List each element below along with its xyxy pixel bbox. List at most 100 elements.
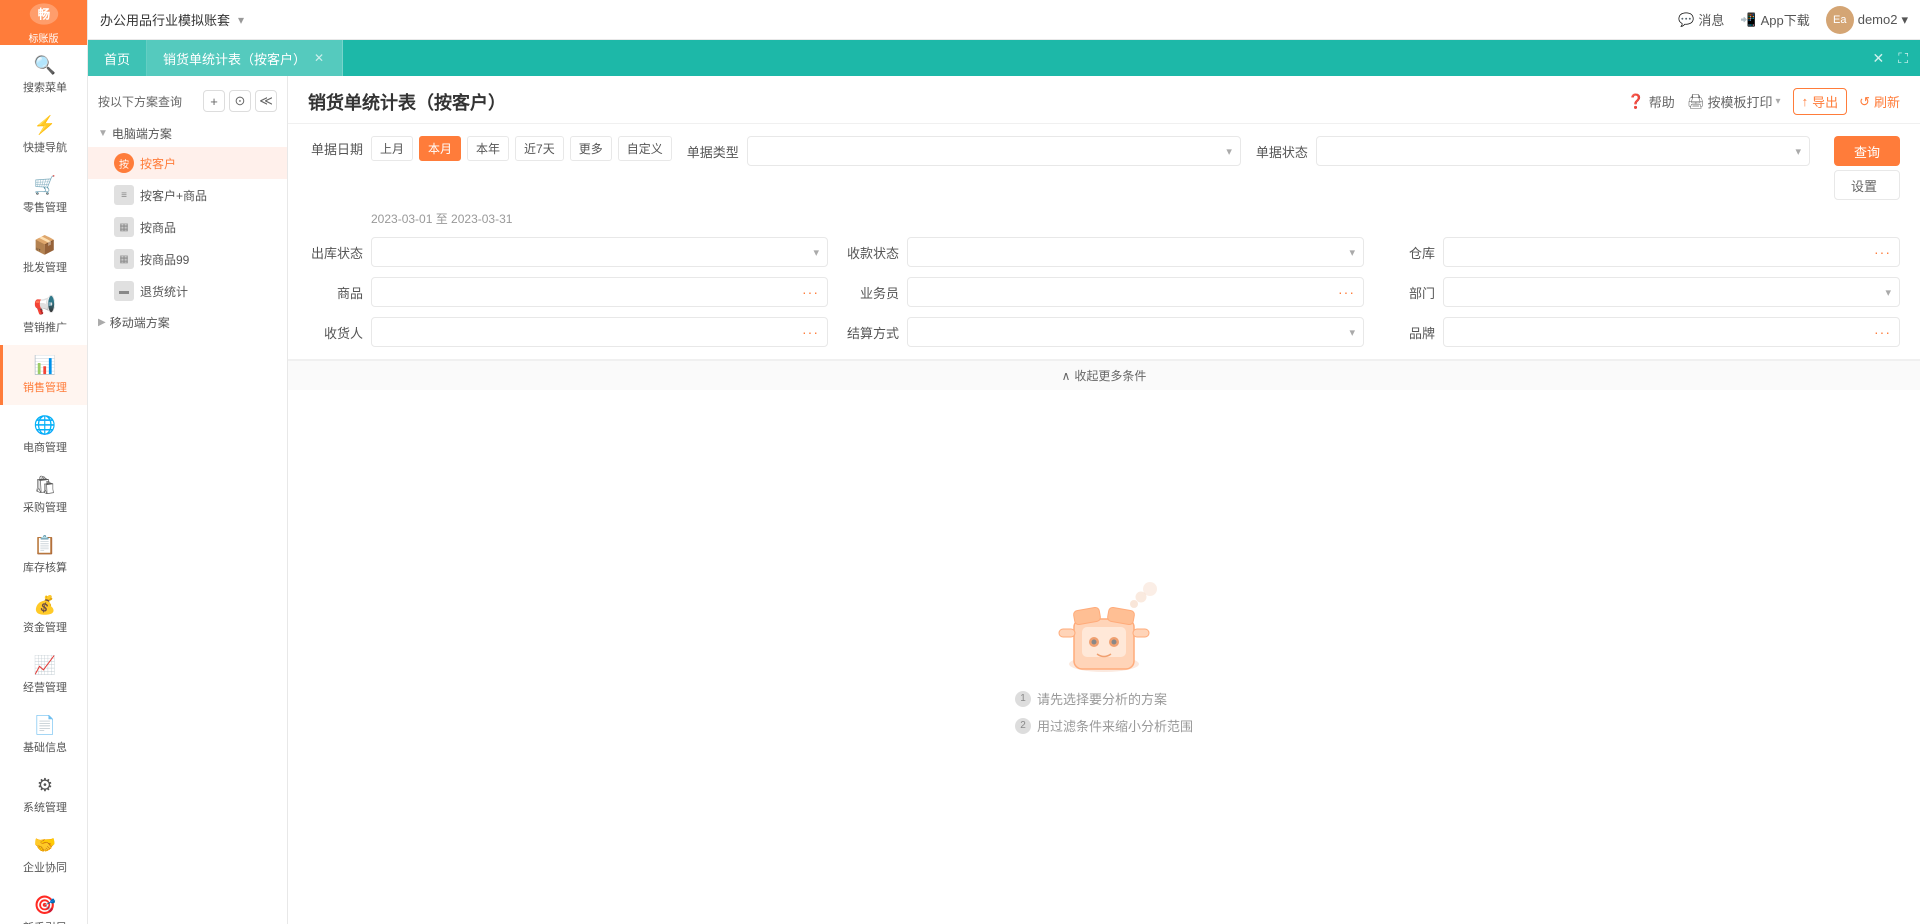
home-tab-label: 首页 [104, 49, 130, 68]
help-btn[interactable]: ❓ 帮助 [1627, 92, 1674, 111]
logo[interactable]: 畅 标账版 [0, 0, 88, 45]
tab-maximize-btn[interactable]: ⛶ [1894, 48, 1912, 69]
sidebar-item-sales-mgmt[interactable]: 📊 销售管理 [0, 345, 88, 405]
sales-icon: 📊 [34, 355, 56, 376]
app-download-btn[interactable]: 📲 App下载 [1740, 10, 1809, 29]
message-btn[interactable]: 💬 消息 [1678, 10, 1724, 29]
warehouse-select[interactable]: ··· [1443, 237, 1900, 267]
department-label: 部门 [1380, 283, 1435, 302]
app-download-label: App下载 [1761, 10, 1810, 29]
user-menu[interactable]: Ea demo2 ▾ [1826, 6, 1908, 34]
more-btn[interactable]: 更多 [570, 136, 612, 161]
custom-btn[interactable]: 自定义 [618, 136, 672, 161]
tree-item-by-customer-product[interactable]: ≡ 按客户+商品 [88, 179, 287, 211]
sidebar-item-wholesale[interactable]: 📦 批发管理 [0, 225, 88, 285]
salesman-cell: 业务员 ··· [844, 277, 1364, 307]
refresh-icon: ↺ [1859, 94, 1870, 110]
product-select[interactable]: ··· [371, 277, 828, 307]
sidebar-item-label: 库存核算 [23, 559, 67, 575]
doc-type-select[interactable]: ▾ [747, 136, 1241, 166]
query-btn-group: 查询 设置 [1834, 136, 1900, 200]
tab-home[interactable]: 首页 [88, 40, 147, 76]
tree-group-pc-header[interactable]: ▼ 电脑端方案 [88, 120, 287, 147]
tree-group-mobile-header[interactable]: ▶ 移动端方案 [88, 309, 287, 336]
tab-sales-stat[interactable]: 销货单统计表（按客户） ✕ [147, 40, 343, 76]
sidebar-item-label: 基础信息 [23, 739, 67, 755]
tab-close-btn[interactable]: ✕ [312, 51, 326, 65]
sidebar-item-enterprise[interactable]: 🤝 企业协同 [0, 825, 88, 885]
refresh-btn[interactable]: ↺ 刷新 [1859, 92, 1900, 111]
last-7-btn[interactable]: 近7天 [515, 136, 564, 161]
topbar: 办公用品行业模拟账套 ▾ 💬 消息 📲 App下载 Ea demo2 ▾ [88, 0, 1920, 40]
collapse-arrow: ∧ [1062, 369, 1071, 383]
retail-icon: 🛒 [34, 175, 56, 196]
purchase-icon: 🛍 [34, 475, 57, 496]
receiver-select[interactable]: ··· [371, 317, 828, 347]
basic-info-icon: 📄 [34, 715, 56, 736]
last-month-btn[interactable]: 上月 [371, 136, 413, 161]
sidebar-item-quick-nav[interactable]: ⚡ 快捷导航 [0, 105, 88, 165]
sidebar-item-purchase[interactable]: 🛍 采购管理 [0, 465, 88, 525]
tabbar: 首页 销货单统计表（按客户） ✕ ✕ ⛶ [88, 40, 1920, 76]
lp-collapse-btn[interactable]: ≪ [255, 90, 277, 112]
sidebar-item-label: 新手引导 [23, 919, 67, 924]
this-year-btn[interactable]: 本年 [467, 136, 509, 161]
tree-item-return-stat[interactable]: ▬ 退货统计 [88, 275, 287, 307]
right-panel: 销货单统计表（按客户） ❓ 帮助 🖨 按模板打印 ▾ ↑ 导出 [288, 76, 1920, 924]
export-label: 导出 [1812, 92, 1838, 111]
salesman-select[interactable]: ··· [907, 277, 1364, 307]
settings-button[interactable]: 设置 [1834, 170, 1900, 200]
tab-window-actions: ✕ ⛶ [1860, 40, 1920, 76]
sidebar-item-system[interactable]: ⚙ 系统管理 [0, 765, 88, 825]
query-button[interactable]: 查询 [1834, 136, 1900, 166]
lp-settings-btn[interactable]: ⊙ [229, 90, 251, 112]
out-status-cell: 出库状态 ▾ [308, 237, 828, 267]
receiver-cell: 收货人 ··· [308, 317, 828, 347]
collapse-bar[interactable]: ∧ 收起更多条件 [288, 360, 1920, 390]
lp-add-btn[interactable]: + [203, 90, 225, 112]
sidebar-item-finance[interactable]: 💰 资金管理 [0, 585, 88, 645]
doc-status-select[interactable]: ▾ [1316, 136, 1810, 166]
left-panel-title: 按以下方案查询 [98, 93, 182, 110]
department-select[interactable]: ▾ [1443, 277, 1900, 307]
sidebar-item-marketing[interactable]: 📢 营销推广 [0, 285, 88, 345]
sidebar-item-operations[interactable]: 📈 经营管理 [0, 645, 88, 705]
sidebar-item-label: 资金管理 [23, 619, 67, 635]
sidebar-item-newbie[interactable]: 🎯 新手引导 [0, 885, 88, 924]
user-dropdown-arrow: ▾ [1901, 12, 1908, 28]
brand-select[interactable]: ··· [1443, 317, 1900, 347]
sidebar-item-retail[interactable]: 🛒 零售管理 [0, 165, 88, 225]
warehouse-label: 仓库 [1380, 243, 1435, 262]
salesman-label: 业务员 [844, 283, 899, 302]
print-icon: 🖨 [1687, 93, 1705, 110]
print-btn[interactable]: 🖨 按模板打印 ▾ [1687, 92, 1781, 111]
refresh-label: 刷新 [1874, 92, 1900, 111]
by-customer-product-icon: ≡ [114, 185, 134, 205]
sidebar-item-basic-info[interactable]: 📄 基础信息 [0, 705, 88, 765]
out-status-select[interactable]: ▾ [371, 237, 828, 267]
date-filter-label: 单据日期 [308, 139, 363, 158]
payment-select[interactable]: ▾ [907, 317, 1364, 347]
newbie-icon: 🎯 [34, 895, 56, 916]
department-arrow: ▾ [1885, 286, 1891, 299]
empty-tip-2-text: 用过滤条件来缩小分析范围 [1037, 716, 1193, 735]
tree-item-by-product[interactable]: ▦ 按商品 [88, 211, 287, 243]
receipt-status-select[interactable]: ▾ [907, 237, 1364, 267]
tree-item-by-customer[interactable]: 按 按客户 [88, 147, 287, 179]
sidebar-item-ecommerce[interactable]: 🌐 电商管理 [0, 405, 88, 465]
sidebar-item-search[interactable]: 🔍 搜索菜单 [0, 45, 88, 105]
empty-tip-2: 2 用过滤条件来缩小分析范围 [1015, 716, 1193, 735]
receipt-status-cell: 收款状态 ▾ [844, 237, 1364, 267]
tab-minimize-btn[interactable]: ✕ [1868, 48, 1888, 69]
receiver-dots: ··· [802, 324, 819, 340]
system-icon: ⚙ [37, 775, 53, 796]
sidebar-item-inventory[interactable]: 📋 库存核算 [0, 525, 88, 585]
export-btn[interactable]: ↑ 导出 [1793, 88, 1848, 115]
this-month-btn[interactable]: 本月 [419, 136, 461, 161]
tree-chevron-icon: ▼ [98, 128, 108, 139]
topbar-dropdown-arrow[interactable]: ▾ [238, 13, 244, 27]
tree-item-by-product-99[interactable]: ▦ 按商品99 [88, 243, 287, 275]
payment-label: 结算方式 [844, 323, 899, 342]
left-panel: 按以下方案查询 + ⊙ ≪ ▼ 电脑端方案 按 按客户 ≡ 按客 [88, 76, 288, 924]
filter-row-4: 收货人 ··· 结算方式 ▾ 品牌 [308, 317, 1900, 347]
